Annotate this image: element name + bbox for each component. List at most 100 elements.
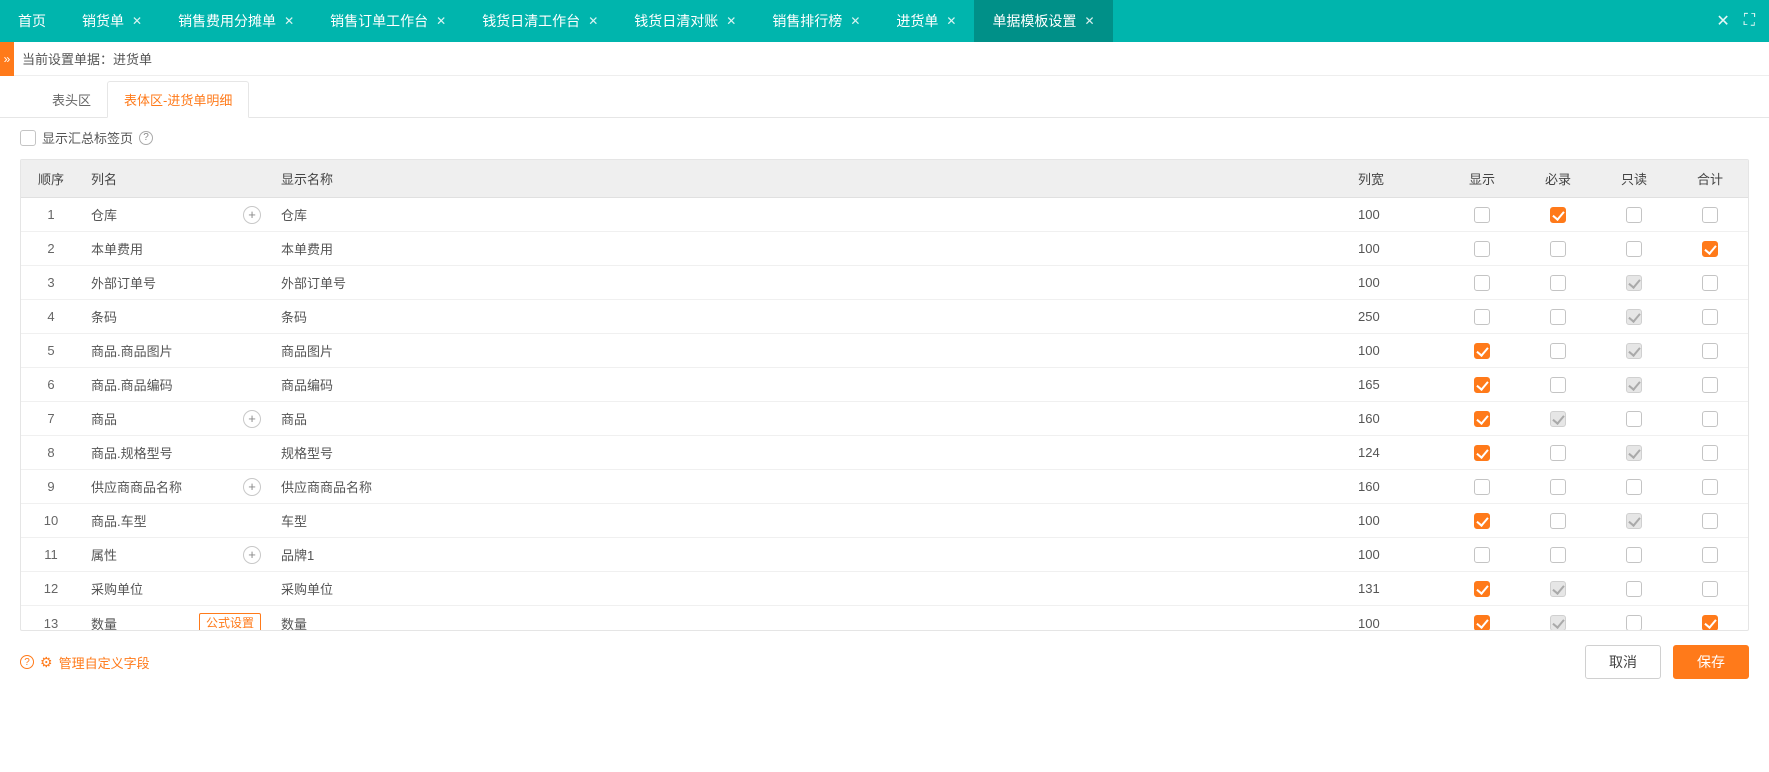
cell-width[interactable]: 160 (1348, 470, 1444, 504)
table-row[interactable]: 12采购单位采购单位131 (21, 572, 1748, 606)
cell-width[interactable]: 160 (1348, 402, 1444, 436)
expand-handle-icon[interactable]: » (0, 42, 14, 76)
top-tab-0[interactable]: 首页 (0, 0, 64, 42)
table-row[interactable]: 8商品.规格型号规格型号124 (21, 436, 1748, 470)
cell-display[interactable]: 品牌1 (271, 538, 1348, 572)
add-icon[interactable]: + (243, 410, 261, 428)
top-tab-1[interactable]: 销货单✕ (64, 0, 160, 42)
required-checkbox[interactable] (1550, 275, 1566, 291)
total-checkbox[interactable] (1702, 411, 1718, 427)
top-tab-5[interactable]: 钱货日清对账✕ (616, 0, 754, 42)
cell-width[interactable]: 100 (1348, 606, 1444, 631)
manage-custom-fields-link[interactable]: 管理自定义字段 (59, 653, 150, 672)
cell-display[interactable]: 本单费用 (271, 232, 1348, 266)
total-checkbox[interactable] (1702, 377, 1718, 393)
inner-tab-1[interactable]: 表体区-进货单明细 (107, 81, 249, 118)
cell-display[interactable]: 车型 (271, 504, 1348, 538)
readonly-checkbox[interactable] (1626, 479, 1642, 495)
table-row[interactable]: 6商品.商品编码商品编码165 (21, 368, 1748, 402)
show-checkbox[interactable] (1474, 547, 1490, 563)
close-icon[interactable]: ✕ (132, 14, 142, 28)
close-icon[interactable]: ✕ (436, 14, 446, 28)
required-checkbox[interactable] (1550, 479, 1566, 495)
top-tab-6[interactable]: 销售排行榜✕ (754, 0, 878, 42)
cell-display[interactable]: 商品图片 (271, 334, 1348, 368)
readonly-checkbox[interactable] (1626, 581, 1642, 597)
show-checkbox[interactable] (1474, 275, 1490, 291)
cell-width[interactable]: 165 (1348, 368, 1444, 402)
show-checkbox[interactable] (1474, 377, 1490, 393)
table-row[interactable]: 3外部订单号外部订单号100 (21, 266, 1748, 300)
total-checkbox[interactable] (1702, 241, 1718, 257)
cell-display[interactable]: 数量 (271, 606, 1348, 631)
show-checkbox[interactable] (1474, 411, 1490, 427)
readonly-checkbox[interactable] (1626, 411, 1642, 427)
cell-width[interactable]: 100 (1348, 504, 1444, 538)
show-checkbox[interactable] (1474, 445, 1490, 461)
required-checkbox[interactable] (1550, 513, 1566, 529)
table-row[interactable]: 11属性+品牌1100 (21, 538, 1748, 572)
add-icon[interactable]: + (243, 546, 261, 564)
required-checkbox[interactable] (1550, 343, 1566, 359)
cell-width[interactable]: 124 (1348, 436, 1444, 470)
table-row[interactable]: 7商品+商品160 (21, 402, 1748, 436)
total-checkbox[interactable] (1702, 547, 1718, 563)
cell-display[interactable]: 商品编码 (271, 368, 1348, 402)
cell-width[interactable]: 250 (1348, 300, 1444, 334)
footer-help-icon[interactable]: ? (20, 655, 34, 669)
show-checkbox[interactable] (1474, 479, 1490, 495)
show-checkbox[interactable] (1474, 343, 1490, 359)
cell-display[interactable]: 仓库 (271, 198, 1348, 232)
close-icon[interactable]: ✕ (284, 14, 294, 28)
total-checkbox[interactable] (1702, 343, 1718, 359)
total-checkbox[interactable] (1702, 581, 1718, 597)
columns-table-scroll[interactable]: 顺序 列名 显示名称 列宽 显示 必录 只读 合计 1仓库+仓库1002本单费用… (21, 160, 1748, 630)
total-checkbox[interactable] (1702, 275, 1718, 291)
total-checkbox[interactable] (1702, 207, 1718, 223)
show-checkbox[interactable] (1474, 207, 1490, 223)
top-tab-8[interactable]: 单据模板设置✕ (974, 0, 1112, 42)
show-checkbox[interactable] (1474, 513, 1490, 529)
add-icon[interactable]: + (243, 206, 261, 224)
cell-width[interactable]: 100 (1348, 538, 1444, 572)
top-tab-7[interactable]: 进货单✕ (878, 0, 974, 42)
cell-display[interactable]: 供应商商品名称 (271, 470, 1348, 504)
total-checkbox[interactable] (1702, 309, 1718, 325)
cell-width[interactable]: 100 (1348, 266, 1444, 300)
add-icon[interactable]: + (243, 478, 261, 496)
close-icon[interactable]: ✕ (588, 14, 598, 28)
inner-tab-0[interactable]: 表头区 (36, 82, 107, 117)
table-row[interactable]: 13数量公式设置数量100 (21, 606, 1748, 631)
fullscreen-icon[interactable]: ⛶ (1744, 12, 1755, 30)
cancel-button[interactable]: 取消 (1585, 645, 1661, 679)
cell-display[interactable]: 规格型号 (271, 436, 1348, 470)
required-checkbox[interactable] (1550, 547, 1566, 563)
formula-button[interactable]: 公式设置 (199, 613, 261, 630)
table-row[interactable]: 1仓库+仓库100 (21, 198, 1748, 232)
top-tab-4[interactable]: 钱货日清工作台✕ (464, 0, 616, 42)
top-tab-3[interactable]: 销售订单工作台✕ (312, 0, 464, 42)
cell-display[interactable]: 条码 (271, 300, 1348, 334)
required-checkbox[interactable] (1550, 207, 1566, 223)
required-checkbox[interactable] (1550, 309, 1566, 325)
total-checkbox[interactable] (1702, 615, 1718, 630)
total-checkbox[interactable] (1702, 445, 1718, 461)
close-icon[interactable]: ✕ (850, 14, 860, 28)
save-button[interactable]: 保存 (1673, 645, 1749, 679)
close-all-icon[interactable]: ✕ (1716, 11, 1729, 31)
cell-display[interactable]: 采购单位 (271, 572, 1348, 606)
close-icon[interactable]: ✕ (726, 14, 736, 28)
show-checkbox[interactable] (1474, 309, 1490, 325)
total-checkbox[interactable] (1702, 513, 1718, 529)
cell-display[interactable]: 商品 (271, 402, 1348, 436)
table-row[interactable]: 5商品.商品图片商品图片100 (21, 334, 1748, 368)
top-tab-2[interactable]: 销售费用分摊单✕ (160, 0, 312, 42)
show-checkbox[interactable] (1474, 241, 1490, 257)
cell-width[interactable]: 100 (1348, 232, 1444, 266)
readonly-checkbox[interactable] (1626, 615, 1642, 630)
cell-width[interactable]: 100 (1348, 198, 1444, 232)
help-icon[interactable]: ? (139, 131, 153, 145)
table-row[interactable]: 2本单费用本单费用100 (21, 232, 1748, 266)
required-checkbox[interactable] (1550, 445, 1566, 461)
total-checkbox[interactable] (1702, 479, 1718, 495)
